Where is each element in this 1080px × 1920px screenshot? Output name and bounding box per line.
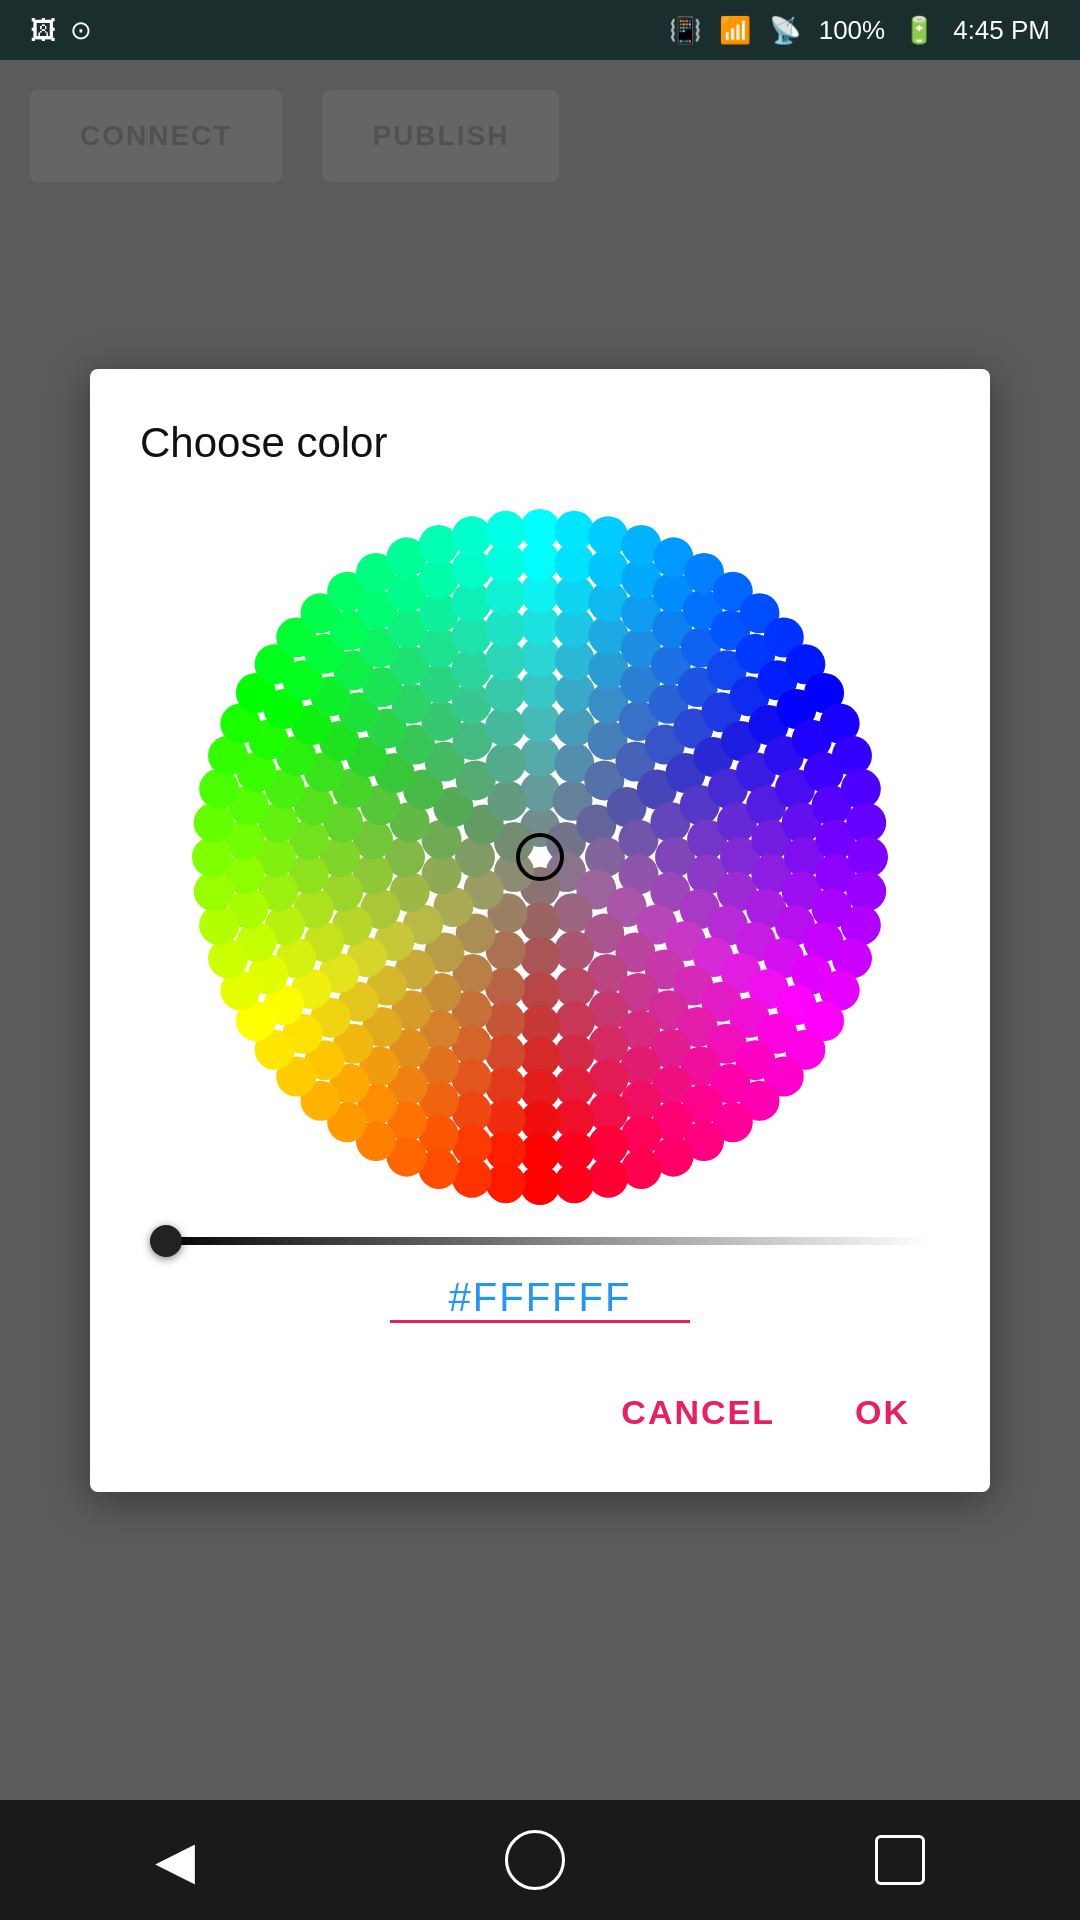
color-picker-dialog: Choose color CANCEL OK	[90, 369, 990, 1492]
signal-icon: 📡	[769, 15, 801, 46]
dialog-title: Choose color	[140, 419, 940, 467]
color-wheel-container[interactable]	[140, 507, 940, 1207]
image-icon: 🖼	[30, 15, 56, 46]
status-bar: 🖼 ⊙ 📳 📶 📡 100% 🔋 4:45 PM	[0, 0, 1080, 60]
wifi-icon: 📶	[719, 15, 751, 46]
ok-button[interactable]: OK	[845, 1383, 920, 1442]
dialog-overlay: Choose color CANCEL OK	[0, 60, 1080, 1800]
camera-icon: ⊙	[70, 15, 92, 46]
recents-icon[interactable]	[875, 1835, 925, 1885]
battery-text: 100%	[819, 15, 886, 46]
time-text: 4:45 PM	[953, 15, 1050, 46]
brightness-slider-container[interactable]	[140, 1237, 940, 1245]
home-icon[interactable]	[505, 1830, 565, 1890]
color-wheel[interactable]	[190, 507, 890, 1207]
cancel-button[interactable]: CANCEL	[611, 1383, 785, 1442]
hex-input[interactable]	[390, 1275, 690, 1323]
battery-icon: 🔋	[903, 15, 935, 46]
back-icon[interactable]: ◀	[155, 1830, 195, 1890]
vibrate-icon: 📳	[669, 15, 701, 46]
brightness-track[interactable]	[150, 1237, 930, 1245]
brightness-thumb[interactable]	[150, 1225, 182, 1257]
dialog-buttons: CANCEL OK	[140, 1383, 940, 1442]
hex-input-container[interactable]	[140, 1275, 940, 1323]
nav-bar: ◀	[0, 1800, 1080, 1920]
